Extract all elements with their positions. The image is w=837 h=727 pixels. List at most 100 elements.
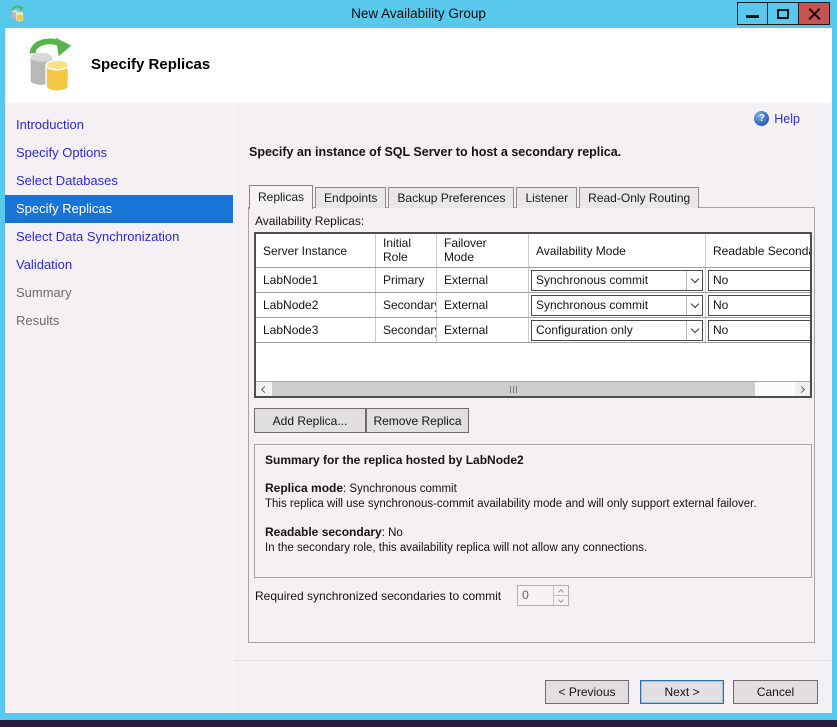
cell-availability-mode: Configuration only <box>529 318 706 342</box>
titlebar[interactable]: New Availability Group <box>0 0 837 28</box>
sidebar-item-introduction[interactable]: Introduction <box>5 111 233 139</box>
dropdown-value: Synchronous commit <box>532 273 686 287</box>
sidebar-item-select-data-synchronization[interactable]: Select Data Synchronization <box>5 223 233 251</box>
cell-server-instance: LabNode2 <box>256 293 376 317</box>
cell-readable-secondary: No <box>706 318 812 342</box>
tab-replicas[interactable]: Replicas <box>249 185 313 209</box>
readable-secondary-dropdown[interactable]: No <box>708 295 812 316</box>
footer-divider <box>233 660 832 661</box>
column-header-initial-role[interactable]: Initial Role <box>376 234 437 267</box>
readable-secondary-value: : No <box>382 527 403 539</box>
tabstrip: Replicas Endpoints Backup Preferences Li… <box>249 184 701 208</box>
chevron-down-icon <box>558 597 564 603</box>
readable-secondary-line: Readable secondary: No <box>265 525 801 540</box>
wizard-steps-sidebar: Introduction Specify Options Select Data… <box>5 103 233 713</box>
wizard-header: Specify Replicas <box>5 28 832 103</box>
cell-server-instance: LabNode3 <box>256 318 376 342</box>
stepper-arrows <box>553 586 568 605</box>
cell-availability-mode: Synchronous commit <box>529 293 706 317</box>
table-row[interactable]: LabNode1 Primary External Synchronous co… <box>256 268 812 293</box>
cell-initial-role: Secondary <box>376 293 437 317</box>
readable-secondary-description: In the secondary role, this availability… <box>265 541 801 555</box>
chevron-down-icon[interactable] <box>686 296 702 315</box>
table-row[interactable]: LabNode2 Secondary External Synchronous … <box>256 293 812 318</box>
next-button[interactable]: Next > <box>640 680 724 704</box>
chevron-up-icon <box>558 589 564 595</box>
column-header-failover-mode[interactable]: Failover Mode <box>437 234 529 267</box>
stepper-down-button[interactable] <box>554 596 568 605</box>
sidebar-item-specify-replicas[interactable]: Specify Replicas <box>5 195 233 223</box>
tab-endpoints[interactable]: Endpoints <box>315 187 386 208</box>
sidebar-item-specify-options[interactable]: Specify Options <box>5 139 233 167</box>
cell-readable-secondary: No <box>706 268 812 292</box>
chevron-down-icon[interactable] <box>686 271 702 290</box>
scrollbar-track[interactable] <box>271 382 795 396</box>
replica-summary-box: Summary for the replica hosted by LabNod… <box>254 444 812 578</box>
window-title: New Availability Group <box>0 0 837 28</box>
sidebar-item-select-databases[interactable]: Select Databases <box>5 167 233 195</box>
readable-secondary-dropdown[interactable]: No <box>708 270 812 291</box>
cell-failover-mode: External <box>437 318 529 342</box>
remove-replica-button[interactable]: Remove Replica <box>366 408 469 433</box>
scroll-right-button[interactable] <box>795 382 810 396</box>
quantity-stepper[interactable]: 0 <box>517 585 569 606</box>
sidebar-item-results: Results <box>5 307 233 335</box>
add-replica-button[interactable]: Add Replica... <box>254 408 366 433</box>
column-header-label: Initial Role <box>383 237 436 264</box>
sidebar-item-validation[interactable]: Validation <box>5 251 233 279</box>
column-header-availability-mode[interactable]: Availability Mode <box>529 234 706 267</box>
help-icon: ? <box>754 111 769 126</box>
commit-spinner-label: Required synchronized secondaries to com… <box>255 589 501 603</box>
cancel-button[interactable]: Cancel <box>733 680 818 704</box>
scroll-left-button[interactable] <box>256 382 271 396</box>
scrollbar-thumb[interactable] <box>272 382 755 396</box>
chevron-left-icon <box>261 385 268 392</box>
column-header-label: Failover Mode <box>444 237 500 264</box>
close-icon <box>807 6 822 21</box>
sidebar-item-summary: Summary <box>5 279 233 307</box>
maximize-icon <box>777 9 789 19</box>
availability-replicas-label: Availability Replicas: <box>255 214 364 228</box>
cell-server-instance: LabNode1 <box>256 268 376 292</box>
cell-initial-role: Primary <box>376 268 437 292</box>
replica-mode-label: Replica mode <box>265 481 343 495</box>
replica-mode-value: : Synchronous commit <box>343 483 457 495</box>
summary-title: Summary for the replica hosted by LabNod… <box>265 453 801 467</box>
tab-read-only-routing[interactable]: Read-Only Routing <box>579 187 699 208</box>
column-header-server-instance[interactable]: Server Instance <box>256 234 376 267</box>
page-instruction: Specify an instance of SQL Server to hos… <box>249 145 621 159</box>
close-button[interactable] <box>799 2 830 25</box>
previous-button[interactable]: < Previous <box>545 680 629 704</box>
main-pane: ? Help Specify an instance of SQL Server… <box>234 103 832 713</box>
commit-spinner-row: Required synchronized secondaries to com… <box>255 585 569 606</box>
stepper-value: 0 <box>518 586 553 605</box>
replica-mode-line: Replica mode: Synchronous commit <box>265 481 801 496</box>
replicas-tab-panel: Availability Replicas: Server Instance I… <box>248 207 815 643</box>
help-label: Help <box>774 112 800 126</box>
maximize-button[interactable] <box>768 2 799 25</box>
table-row[interactable]: LabNode3 Secondary External Configuratio… <box>256 318 812 343</box>
chevron-right-icon <box>798 385 805 392</box>
dropdown-value: Configuration only <box>532 323 686 337</box>
column-header-readable-secondary[interactable]: Readable Secondary <box>706 234 812 267</box>
tab-backup-preferences[interactable]: Backup Preferences <box>388 187 514 208</box>
horizontal-scrollbar[interactable] <box>256 381 810 396</box>
grid-header-row: Server Instance Initial Role Failover Mo… <box>256 234 812 268</box>
chevron-down-icon[interactable] <box>686 321 702 340</box>
cell-readable-secondary: No <box>706 293 812 317</box>
availability-mode-dropdown[interactable]: Synchronous commit <box>531 295 703 316</box>
new-availability-group-window: New Availability Group Specify Replicas … <box>0 0 837 720</box>
tab-listener[interactable]: Listener <box>516 187 577 208</box>
cell-initial-role: Secondary <box>376 318 437 342</box>
availability-replicas-grid: Server Instance Initial Role Failover Mo… <box>254 232 812 398</box>
availability-mode-dropdown[interactable]: Configuration only <box>531 320 703 341</box>
readable-secondary-dropdown[interactable]: No <box>708 320 812 341</box>
help-link[interactable]: ? Help <box>754 111 800 126</box>
minimize-icon <box>746 15 759 18</box>
stepper-up-button[interactable] <box>554 586 568 596</box>
minimize-button[interactable] <box>737 2 768 25</box>
cell-failover-mode: External <box>437 268 529 292</box>
cell-availability-mode: Synchronous commit <box>529 268 706 292</box>
availability-mode-dropdown[interactable]: Synchronous commit <box>531 270 703 291</box>
page-title: Specify Replicas <box>91 56 210 73</box>
